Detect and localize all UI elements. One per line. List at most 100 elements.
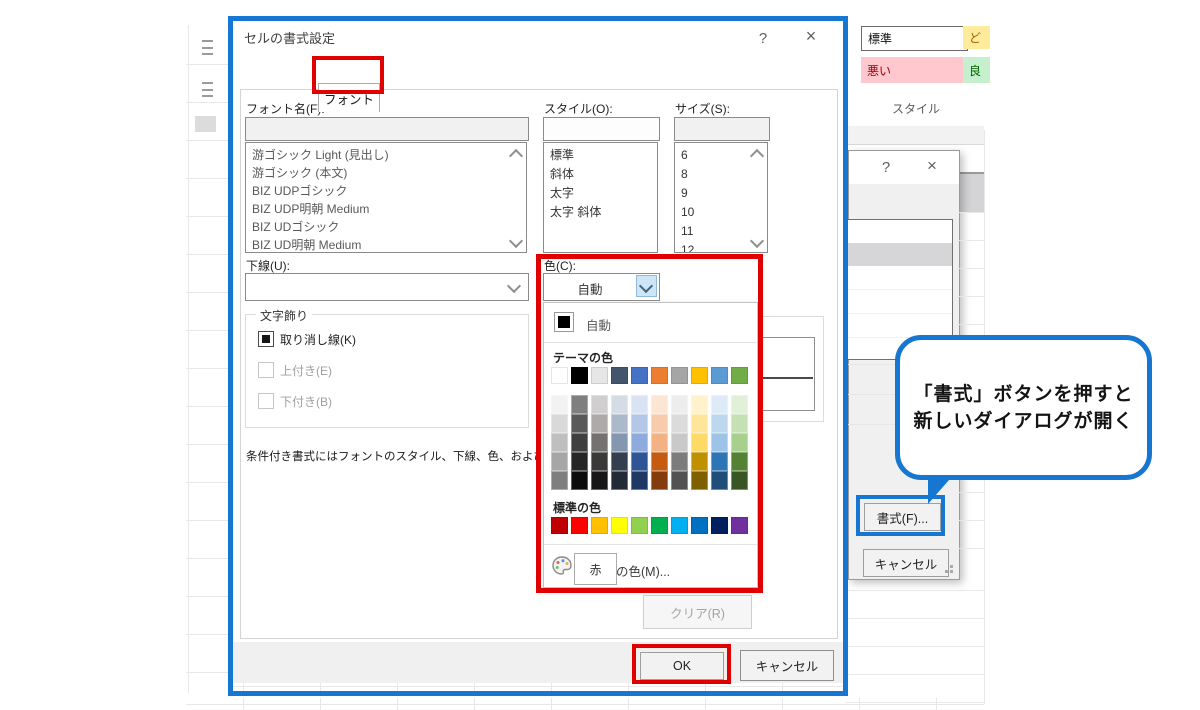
color-swatch[interactable] xyxy=(711,395,728,414)
superscript-checkbox[interactable] xyxy=(258,362,274,378)
size-list-item[interactable]: 9 xyxy=(675,184,767,203)
color-swatch[interactable] xyxy=(551,517,568,534)
color-swatch[interactable] xyxy=(731,452,748,471)
rule-list-row-selected[interactable] xyxy=(844,243,952,266)
color-swatch[interactable] xyxy=(691,452,708,471)
color-swatch[interactable] xyxy=(611,414,628,433)
subscript-checkbox[interactable] xyxy=(258,393,274,409)
color-swatch[interactable] xyxy=(691,471,708,490)
color-swatch[interactable] xyxy=(711,452,728,471)
color-swatch[interactable] xyxy=(551,452,568,471)
more-colors-item[interactable]: の色(M)... 赤 xyxy=(544,545,757,586)
size-list-item[interactable]: 8 xyxy=(675,165,767,184)
color-swatch[interactable] xyxy=(671,517,688,534)
close-icon[interactable]: × xyxy=(921,156,943,176)
chevron-down-icon[interactable] xyxy=(506,278,522,294)
color-swatch[interactable] xyxy=(591,517,608,534)
underline-dropdown[interactable] xyxy=(245,273,529,301)
style-list-item[interactable]: 太字 xyxy=(544,184,657,203)
color-swatch[interactable] xyxy=(611,433,628,452)
color-swatch[interactable] xyxy=(631,471,648,490)
color-swatch[interactable] xyxy=(551,395,568,414)
font-size-input[interactable] xyxy=(674,117,770,141)
color-swatch[interactable] xyxy=(631,395,648,414)
color-swatch[interactable] xyxy=(731,517,748,534)
color-swatch[interactable] xyxy=(731,433,748,452)
style-list-item[interactable]: 太字 斜体 xyxy=(544,203,657,222)
rule-cancel-button[interactable]: キャンセル xyxy=(863,549,949,577)
color-swatch[interactable] xyxy=(551,414,568,433)
color-swatch[interactable] xyxy=(611,471,628,490)
font-list-item[interactable]: 游ゴシック (本文) xyxy=(246,164,526,182)
color-swatch[interactable] xyxy=(651,471,668,490)
color-swatch[interactable] xyxy=(571,395,588,414)
cancel-button[interactable]: キャンセル xyxy=(740,650,834,681)
color-swatch[interactable] xyxy=(571,452,588,471)
color-swatch[interactable] xyxy=(691,517,708,534)
font-list-item[interactable]: BIZ UDゴシック xyxy=(246,218,526,236)
resize-grip[interactable] xyxy=(950,565,953,568)
color-swatch[interactable] xyxy=(651,452,668,471)
color-swatch[interactable] xyxy=(711,414,728,433)
font-list-item[interactable]: BIZ UDP明朝 Medium xyxy=(246,200,526,218)
color-swatch[interactable] xyxy=(591,471,608,490)
format-button[interactable]: 書式(F)... xyxy=(864,503,941,531)
color-swatch[interactable] xyxy=(631,367,648,384)
rule-list-row[interactable] xyxy=(844,290,952,314)
style-gallery-cell-partial-top[interactable]: ど xyxy=(963,26,990,49)
color-swatch[interactable] xyxy=(551,433,568,452)
color-swatch[interactable] xyxy=(711,433,728,452)
color-swatch[interactable] xyxy=(731,414,748,433)
color-swatch[interactable] xyxy=(651,367,668,384)
color-swatch[interactable] xyxy=(731,471,748,490)
automatic-color-item[interactable]: 自動 xyxy=(544,303,757,341)
color-swatch[interactable] xyxy=(611,517,628,534)
color-swatch[interactable] xyxy=(731,395,748,414)
color-swatch[interactable] xyxy=(691,395,708,414)
font-style-input[interactable] xyxy=(543,117,660,141)
color-swatch[interactable] xyxy=(671,433,688,452)
font-name-input[interactable] xyxy=(245,117,529,141)
rule-list-row[interactable] xyxy=(844,220,952,243)
color-swatch[interactable] xyxy=(551,367,568,384)
rule-list-row[interactable] xyxy=(844,266,952,290)
color-swatch[interactable] xyxy=(571,517,588,534)
help-icon[interactable]: ? xyxy=(875,157,897,177)
color-swatch[interactable] xyxy=(631,452,648,471)
font-list-item[interactable]: BIZ UD明朝 Medium xyxy=(246,236,526,252)
color-swatch[interactable] xyxy=(651,414,668,433)
color-swatch[interactable] xyxy=(671,452,688,471)
strikethrough-checkbox[interactable] xyxy=(258,331,274,347)
color-swatch[interactable] xyxy=(651,433,668,452)
color-swatch[interactable] xyxy=(571,414,588,433)
color-swatch[interactable] xyxy=(611,367,628,384)
color-swatch[interactable] xyxy=(631,414,648,433)
close-icon[interactable]: × xyxy=(800,26,822,46)
color-swatch[interactable] xyxy=(611,452,628,471)
color-swatch[interactable] xyxy=(731,367,748,384)
color-swatch[interactable] xyxy=(671,414,688,433)
clear-button[interactable]: クリア(R) xyxy=(643,595,752,629)
color-swatch[interactable] xyxy=(571,367,588,384)
font-list-item[interactable]: 游ゴシック Light (見出し) xyxy=(246,146,526,164)
color-swatch[interactable] xyxy=(611,395,628,414)
size-list-item[interactable]: 10 xyxy=(675,203,767,222)
style-list-item[interactable]: 標準 xyxy=(544,146,657,165)
color-swatch[interactable] xyxy=(571,471,588,490)
color-swatch[interactable] xyxy=(551,471,568,490)
color-swatch[interactable] xyxy=(591,433,608,452)
style-gallery-cell-partial-bottom[interactable]: 良 xyxy=(963,57,990,83)
color-swatch[interactable] xyxy=(691,367,708,384)
color-swatch[interactable] xyxy=(671,367,688,384)
font-style-list[interactable]: 標準 斜体 太字 太字 斜体 xyxy=(543,142,658,253)
font-list-item[interactable]: BIZ UDPゴシック xyxy=(246,182,526,200)
font-color-dropdown[interactable]: 自動 xyxy=(543,273,660,301)
color-swatch[interactable] xyxy=(671,471,688,490)
color-swatch[interactable] xyxy=(631,517,648,534)
color-swatch[interactable] xyxy=(691,433,708,452)
color-swatch[interactable] xyxy=(571,433,588,452)
dropdown-arrow-button[interactable] xyxy=(636,275,657,297)
color-swatch[interactable] xyxy=(671,395,688,414)
color-swatch[interactable] xyxy=(711,517,728,534)
color-swatch[interactable] xyxy=(631,433,648,452)
